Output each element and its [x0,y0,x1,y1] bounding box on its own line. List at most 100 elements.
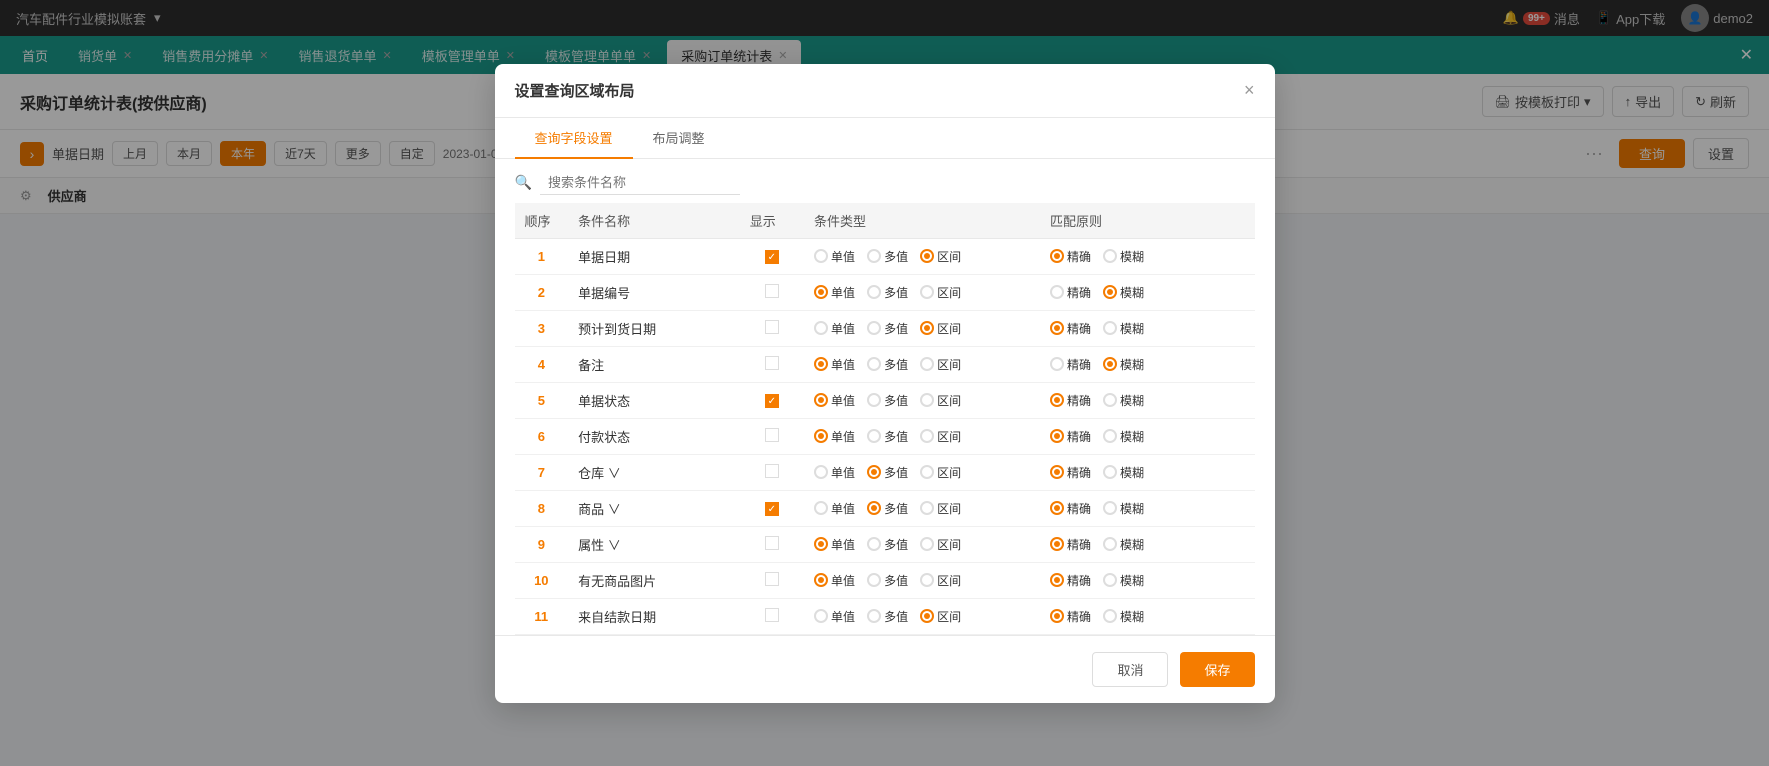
type-radio-1[interactable]: 多值 [867,320,908,337]
table-row: 11来自结款日期单值多值区间精确模糊 [515,598,1255,634]
match-radio-1[interactable]: 模糊 [1103,536,1144,553]
row-display[interactable] [740,274,804,310]
radio-label: 单值 [831,428,855,445]
type-radio-2[interactable]: 区间 [920,536,961,553]
type-radio-2[interactable]: 区间 [920,356,961,373]
display-checkbox[interactable] [765,250,779,264]
row-display[interactable] [740,310,804,346]
type-radio-0[interactable]: 单值 [814,500,855,517]
cancel-button[interactable]: 取消 [1092,652,1168,687]
type-radio-0[interactable]: 单值 [814,392,855,409]
type-radio-0[interactable]: 单值 [814,536,855,553]
type-radio-1[interactable]: 多值 [867,572,908,589]
type-radio-1[interactable]: 多值 [867,464,908,481]
type-radio-2[interactable]: 区间 [920,500,961,517]
row-display[interactable] [740,382,804,418]
type-radio-0[interactable]: 单值 [814,464,855,481]
type-radio-1[interactable]: 多值 [867,608,908,625]
match-radio-0[interactable]: 精确 [1050,572,1091,589]
match-radio-1[interactable]: 模糊 [1103,392,1144,409]
radio-label: 模糊 [1120,428,1144,445]
match-radio-0[interactable]: 精确 [1050,536,1091,553]
type-radio-1[interactable]: 多值 [867,392,908,409]
type-radio-2[interactable]: 区间 [920,572,961,589]
display-checkbox[interactable] [765,608,779,622]
row-display[interactable] [740,418,804,454]
dialog-close-btn[interactable]: × [1244,81,1255,99]
match-radio-0[interactable]: 精确 [1050,320,1091,337]
match-radio-0[interactable]: 精确 [1050,284,1091,301]
display-checkbox[interactable] [765,428,779,442]
match-radio-1[interactable]: 模糊 [1103,608,1144,625]
type-radio-0[interactable]: 单值 [814,284,855,301]
type-radio-2[interactable]: 区间 [920,392,961,409]
match-radio-1[interactable]: 模糊 [1103,248,1144,265]
save-button[interactable]: 保存 [1180,652,1254,687]
match-radio-1[interactable]: 模糊 [1103,572,1144,589]
display-checkbox[interactable] [765,502,779,516]
type-radio-2[interactable]: 区间 [920,464,961,481]
match-radio-0[interactable]: 精确 [1050,500,1091,517]
type-radio-0[interactable]: 单值 [814,572,855,589]
match-radio-1[interactable]: 模糊 [1103,428,1144,445]
table-row: 5单据状态单值多值区间精确模糊 [515,382,1255,418]
row-display[interactable] [740,598,804,634]
type-radio-2[interactable]: 区间 [920,428,961,445]
row-type: 单值多值区间 [804,274,1040,310]
type-radio-1[interactable]: 多值 [867,500,908,517]
type-radio-1[interactable]: 多值 [867,284,908,301]
type-radio-0[interactable]: 单值 [814,356,855,373]
row-display[interactable] [740,454,804,490]
radio-circle [1050,357,1064,371]
match-radio-0[interactable]: 精确 [1050,248,1091,265]
match-radio-1[interactable]: 模糊 [1103,284,1144,301]
row-match: 精确模糊 [1040,526,1255,562]
radio-label: 多值 [884,608,908,625]
match-radio-1[interactable]: 模糊 [1103,500,1144,517]
table-row: 7仓库 ∨单值多值区间精确模糊 [515,454,1255,490]
match-radio-0[interactable]: 精确 [1050,392,1091,409]
match-radio-1[interactable]: 模糊 [1103,320,1144,337]
match-radio-1[interactable]: 模糊 [1103,356,1144,373]
type-radio-2[interactable]: 区间 [920,248,961,265]
match-radio-0[interactable]: 精确 [1050,356,1091,373]
type-radio-1[interactable]: 多值 [867,356,908,373]
display-checkbox[interactable] [765,356,779,370]
type-radio-2[interactable]: 区间 [920,284,961,301]
type-radio-0[interactable]: 单值 [814,248,855,265]
type-radio-0[interactable]: 单值 [814,320,855,337]
type-radio-2[interactable]: 区间 [920,608,961,625]
type-radio-0[interactable]: 单值 [814,608,855,625]
row-display[interactable] [740,562,804,598]
display-checkbox[interactable] [765,394,779,408]
row-display[interactable] [740,526,804,562]
display-checkbox[interactable] [765,572,779,586]
row-type: 单值多值区间 [804,490,1040,526]
match-radio-0[interactable]: 精确 [1050,428,1091,445]
match-radio-1[interactable]: 模糊 [1103,464,1144,481]
radio-label: 区间 [937,428,961,445]
display-checkbox[interactable] [765,464,779,478]
type-radio-1[interactable]: 多值 [867,428,908,445]
row-display[interactable] [740,346,804,382]
row-match: 精确模糊 [1040,490,1255,526]
match-radio-0[interactable]: 精确 [1050,464,1091,481]
settings-dialog: 设置查询区域布局 × 查询字段设置 布局调整 🔍 顺序 条件名称 [495,64,1275,703]
th-name: 条件名称 [568,203,740,239]
dialog-tab-layout[interactable]: 布局调整 [633,118,725,159]
dialog-tab-fields[interactable]: 查询字段设置 [515,118,633,159]
radio-circle [814,393,828,407]
type-radio-1[interactable]: 多值 [867,248,908,265]
row-display[interactable] [740,238,804,274]
display-checkbox[interactable] [765,320,779,334]
type-radio-1[interactable]: 多值 [867,536,908,553]
match-radio-0[interactable]: 精确 [1050,608,1091,625]
row-order: 6 [515,418,569,454]
radio-circle [920,501,934,515]
search-input[interactable] [540,171,740,195]
display-checkbox[interactable] [765,536,779,550]
type-radio-0[interactable]: 单值 [814,428,855,445]
display-checkbox[interactable] [765,284,779,298]
type-radio-2[interactable]: 区间 [920,320,961,337]
row-display[interactable] [740,490,804,526]
